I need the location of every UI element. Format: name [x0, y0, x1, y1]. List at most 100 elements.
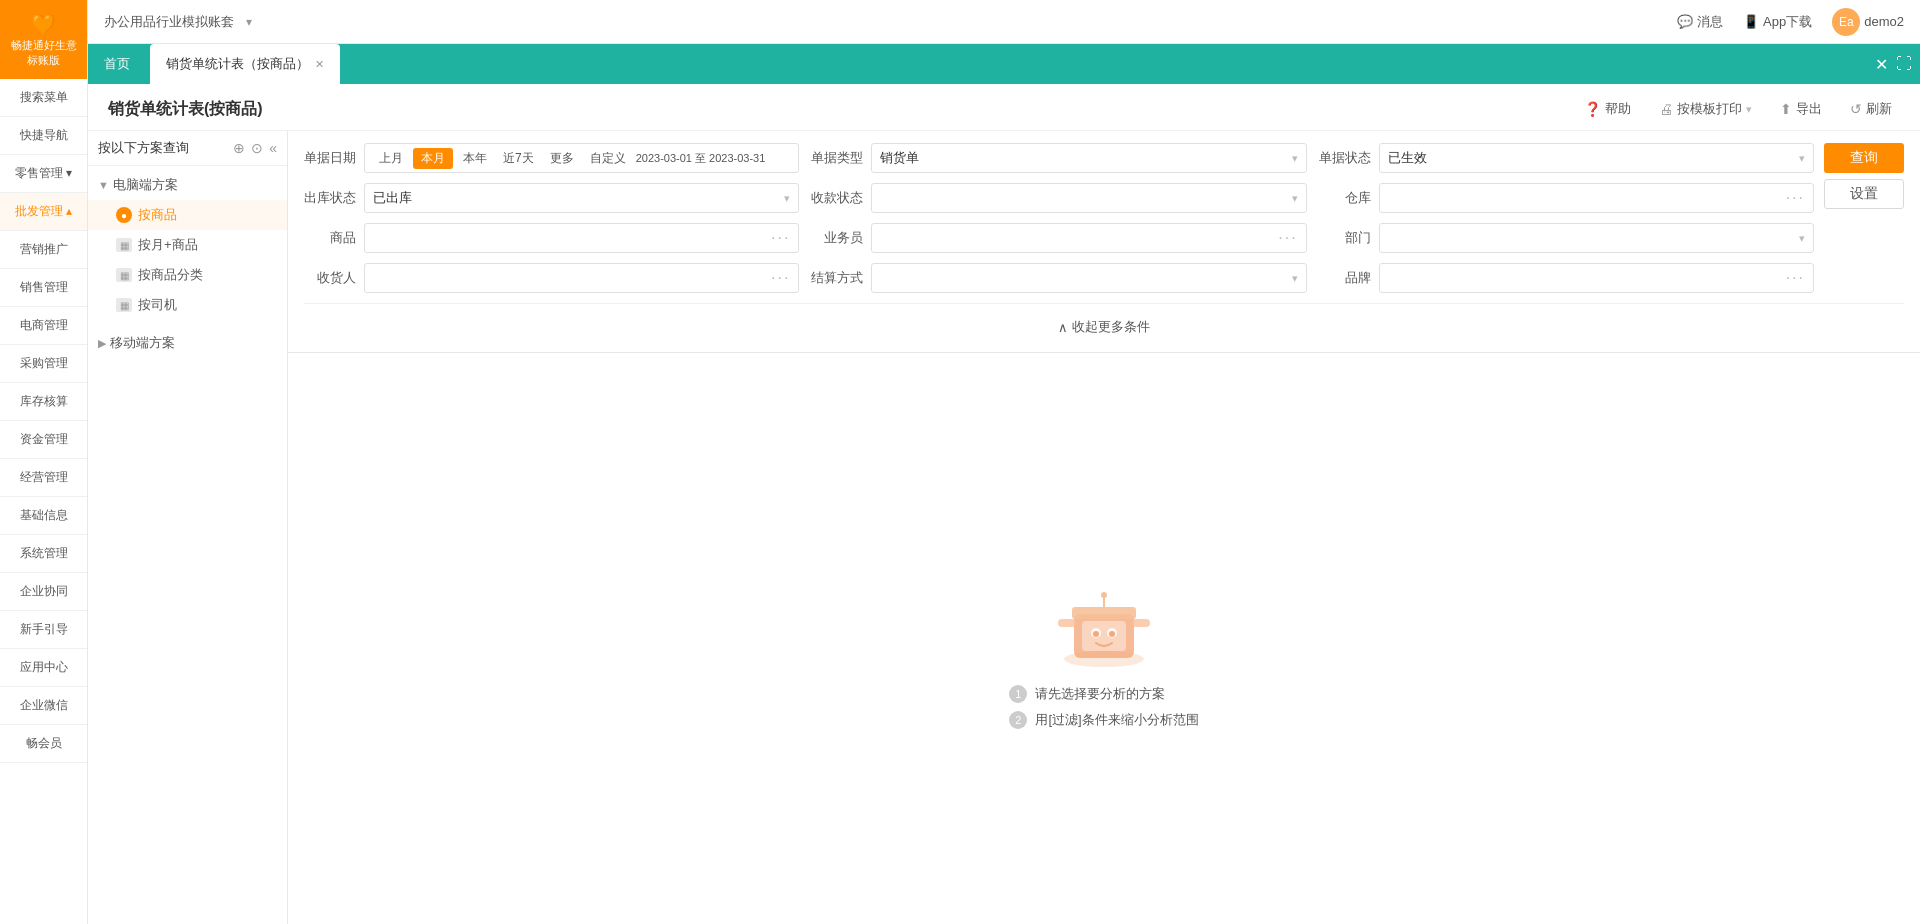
filter-fields: 单据日期 上月 本月 本年 近7天 更多 自定义 2023-03-01 至 20… [304, 143, 1814, 293]
filter-with-btns: 单据日期 上月 本月 本年 近7天 更多 自定义 2023-03-01 至 20… [304, 143, 1904, 293]
collapse-label: 收起更多条件 [1072, 318, 1150, 336]
goods-label: 商品 [304, 229, 364, 247]
app-download-btn[interactable]: 📱 App下载 [1743, 13, 1812, 31]
tab-home[interactable]: 首页 [88, 44, 146, 84]
sidebar-item-marketing[interactable]: 营销推广 [0, 231, 87, 269]
sidebar-item-member[interactable]: 畅会员 [0, 725, 87, 763]
filter-col-recv-status: 收款状态 ▾ [811, 183, 1306, 213]
logo-text: 畅捷通好生意 [11, 39, 77, 51]
collapse-bar: ∧ 收起更多条件 [304, 303, 1904, 340]
scheme-add-btn[interactable]: ⊕ [233, 140, 245, 156]
help-btn[interactable]: ❓ 帮助 [1576, 96, 1639, 122]
refresh-btn[interactable]: ↺ 刷新 [1842, 96, 1900, 122]
sidebar-item-appcenter[interactable]: 应用中心 [0, 649, 87, 687]
sidebar-item-operations[interactable]: 经营管理 [0, 459, 87, 497]
refresh-icon: ↺ [1850, 101, 1862, 117]
sidebar-item-stock[interactable]: 库存核算 [0, 383, 87, 421]
refresh-label: 刷新 [1866, 100, 1892, 118]
empty-state: 1 请先选择要分析的方案 2 用[过滤]条件来缩小分析范围 [288, 353, 1920, 924]
settings-btn[interactable]: 设置 [1824, 179, 1904, 209]
salesperson-label: 业务员 [811, 229, 871, 247]
query-btn[interactable]: 查询 [1824, 143, 1904, 173]
scheme-item-category-label: 按商品分类 [138, 266, 203, 284]
user-btn[interactable]: Ea demo2 [1832, 8, 1904, 36]
sidebar-item-system[interactable]: 系统管理 [0, 535, 87, 573]
app-download-label: App下载 [1763, 13, 1812, 31]
app-logo[interactable]: 🧡 畅捷通好生意 标账版 [0, 0, 87, 79]
brand-input[interactable]: ··· [1379, 263, 1814, 293]
sidebar-item-sales[interactable]: 销售管理 [0, 269, 87, 307]
date-input[interactable]: 上月 本月 本年 近7天 更多 自定义 2023-03-01 至 2023-03… [364, 143, 799, 173]
tab-expand[interactable]: ⛶ [1896, 55, 1912, 73]
scheme-item-by-category[interactable]: ▦ 按商品分类 [88, 260, 287, 290]
filter-row-1: 单据日期 上月 本月 本年 近7天 更多 自定义 2023-03-01 至 20… [304, 143, 1814, 173]
scheme-item-by-goods[interactable]: ● 按商品 [88, 200, 287, 230]
sidebar-item-newbie[interactable]: 新手引导 [0, 611, 87, 649]
sidebar-item-finance[interactable]: 资金管理 [0, 421, 87, 459]
filter-row-4: 收货人 ··· 结算方式 [304, 263, 1814, 293]
tab-close-all[interactable]: ✕ [1875, 55, 1888, 74]
dept-input[interactable]: ▾ [1379, 223, 1814, 253]
sidebar-item-enterprise[interactable]: 企业协同 [0, 573, 87, 611]
scheme-collapse-btn[interactable]: « [269, 140, 277, 156]
export-btn[interactable]: ⬆ 导出 [1772, 96, 1830, 122]
sidebar-item-retail[interactable]: 零售管理 ▾ [0, 155, 87, 193]
print-btn[interactable]: 🖨 按模板打印 ▾ [1651, 96, 1760, 122]
goods-input[interactable]: ··· [364, 223, 799, 253]
empty-tip-2: 2 用[过滤]条件来缩小分析范围 [1009, 711, 1198, 729]
sidebar-item-quicknav[interactable]: 快捷导航 [0, 117, 87, 155]
payment-arrow: ▾ [1292, 272, 1298, 285]
date-label: 单据日期 [304, 149, 364, 167]
dept-label: 部门 [1319, 229, 1379, 247]
date-range-value: 2023-03-01 至 2023-03-31 [636, 151, 766, 166]
svg-rect-2 [1072, 607, 1136, 619]
salesperson-input[interactable]: ··· [871, 223, 1306, 253]
sidebar-item-basic[interactable]: 基础信息 [0, 497, 87, 535]
receiver-input[interactable]: ··· [364, 263, 799, 293]
app-dropdown[interactable]: ▾ [246, 15, 252, 29]
filter-col-doc-status: 单据状态 已生效 ▾ [1319, 143, 1814, 173]
doc-status-input[interactable]: 已生效 ▾ [1379, 143, 1814, 173]
sidebar-item-search[interactable]: 搜索菜单 [0, 79, 87, 117]
print-label: 按模板打印 [1677, 100, 1742, 118]
download-icon: 📱 [1743, 14, 1759, 29]
warehouse-label: 仓库 [1319, 189, 1379, 207]
scheme-group-pc-header[interactable]: ▼ 电脑端方案 [88, 170, 287, 200]
collapse-btn[interactable]: ∧ 收起更多条件 [1046, 314, 1162, 340]
scheme-group-mobile-arrow: ▶ [98, 337, 106, 350]
scheme-settings-btn[interactable]: ⊙ [251, 140, 263, 156]
doc-type-input[interactable]: 销货单 ▾ [871, 143, 1306, 173]
help-icon: ❓ [1584, 101, 1601, 117]
date-opt-this-month[interactable]: 本月 [413, 148, 453, 169]
date-opt-prev-month[interactable]: 上月 [373, 148, 409, 169]
scheme-item-by-month-goods[interactable]: ▦ 按月+商品 [88, 230, 287, 260]
tab-report[interactable]: 销货单统计表（按商品） ✕ [150, 44, 340, 84]
scheme-item-month-label: 按月+商品 [138, 236, 198, 254]
avatar: Ea [1832, 8, 1860, 36]
sidebar-item-purchase[interactable]: 采购管理 [0, 345, 87, 383]
svg-point-7 [1109, 631, 1115, 637]
date-opt-custom[interactable]: 自定义 [584, 148, 632, 169]
body-layout: 按以下方案查询 ⊕ ⊙ « ▼ 电脑端方案 ● 按商品 [88, 131, 1920, 924]
warehouse-input[interactable]: ··· [1379, 183, 1814, 213]
out-status-input[interactable]: 已出库 ▾ [364, 183, 799, 213]
date-opt-this-year[interactable]: 本年 [457, 148, 493, 169]
scheme-icon-category: ▦ [116, 268, 132, 282]
scheme-group-mobile-header[interactable]: ▶ 移动端方案 [88, 328, 287, 358]
payment-input[interactable]: ▾ [871, 263, 1306, 293]
date-opt-more[interactable]: 更多 [544, 148, 580, 169]
filter-col-date: 单据日期 上月 本月 本年 近7天 更多 自定义 2023-03-01 至 20… [304, 143, 799, 173]
scheme-item-by-tax[interactable]: ▦ 按司机 [88, 290, 287, 320]
recv-status-input[interactable]: ▾ [871, 183, 1306, 213]
scheme-group-mobile: ▶ 移动端方案 [88, 324, 287, 362]
scheme-item-tax-label: 按司机 [138, 296, 177, 314]
app-name: 办公用品行业模拟账套 [104, 13, 234, 31]
scheme-sidebar: 按以下方案查询 ⊕ ⊙ « ▼ 电脑端方案 ● 按商品 [88, 131, 288, 924]
sidebar-item-ecom[interactable]: 电商管理 [0, 307, 87, 345]
sidebar-item-wechat[interactable]: 企业微信 [0, 687, 87, 725]
print-arrow: ▾ [1746, 103, 1752, 116]
message-btn[interactable]: 💬 消息 [1677, 13, 1723, 31]
date-opt-7days[interactable]: 近7天 [497, 148, 540, 169]
tab-report-close[interactable]: ✕ [315, 58, 324, 71]
sidebar-item-wholesale[interactable]: 批发管理 ▴ [0, 193, 87, 231]
